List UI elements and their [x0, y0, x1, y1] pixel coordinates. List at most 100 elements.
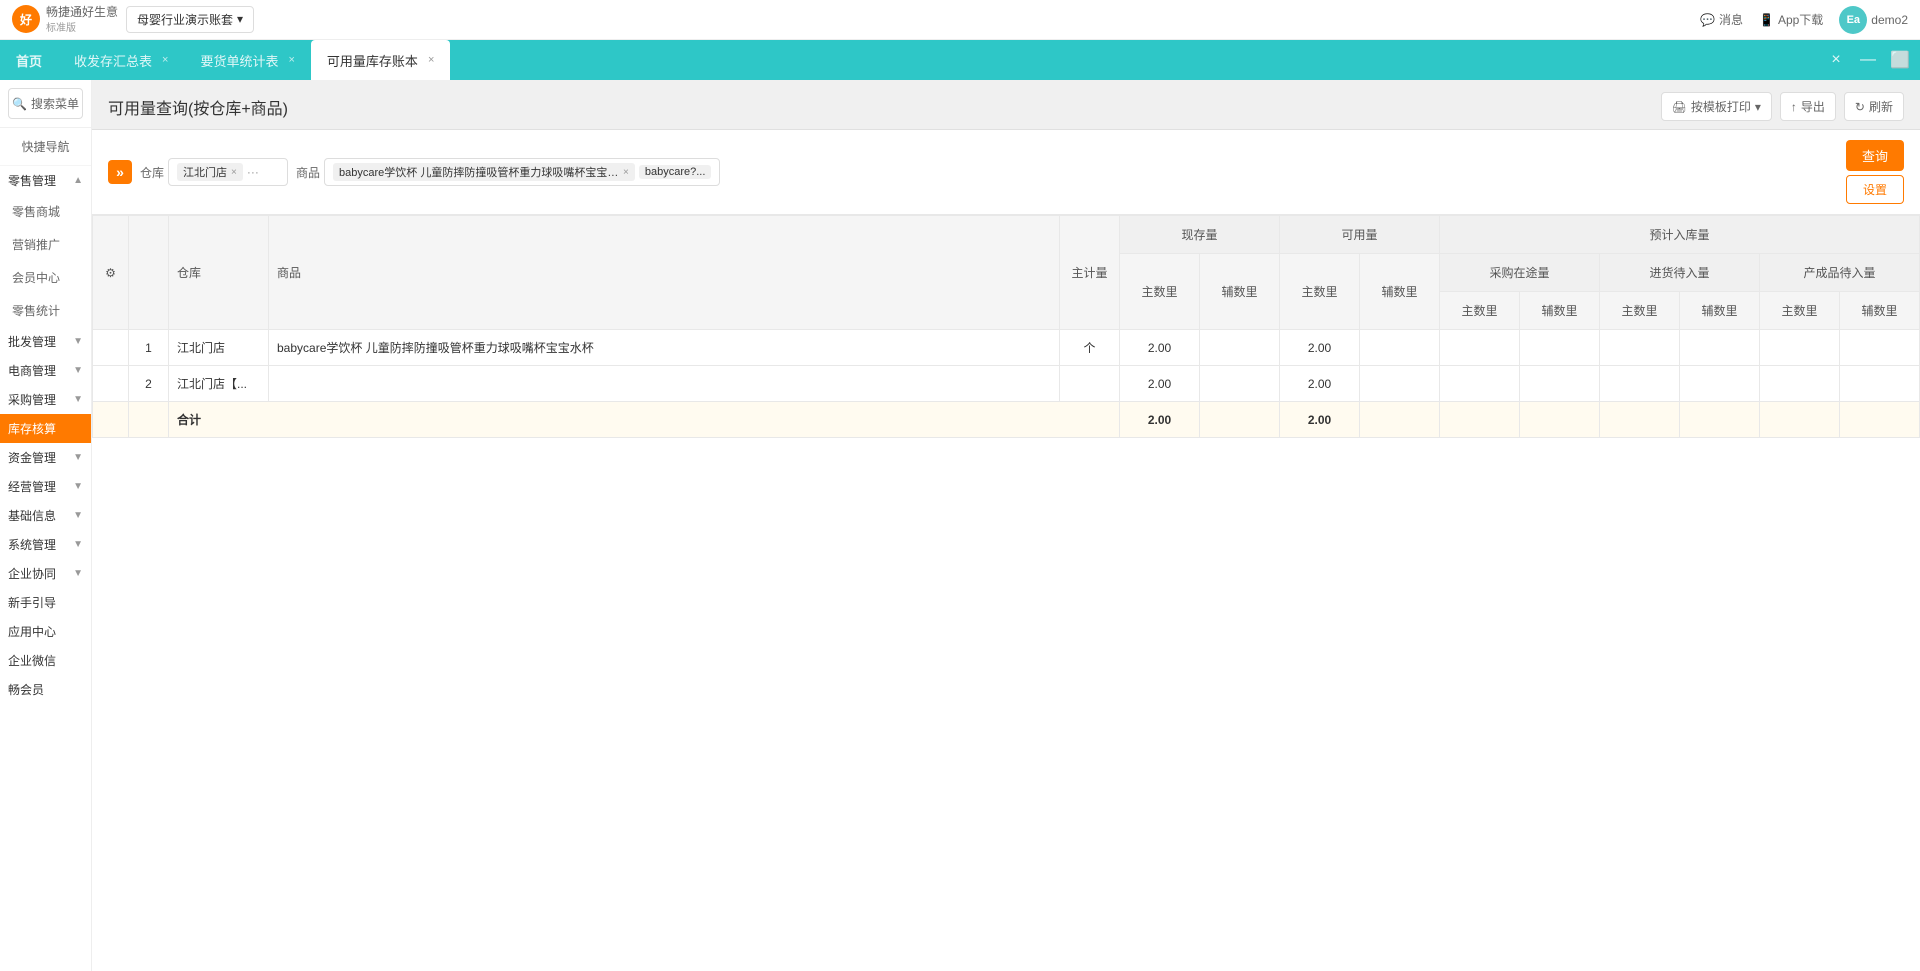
- product-tag-1-value: babycare学饮杯 儿童防摔防撞吸管杯重力球吸嘴杯宝宝水杯: [339, 164, 619, 180]
- row1-warehouse: 江北门店: [169, 330, 269, 366]
- th-stock-main: 主数里: [1120, 254, 1200, 330]
- sidebar-basic-info-arrow: ▼: [73, 510, 83, 521]
- main-layout: 🔍 搜索菜单 快捷导航 零售管理 ▲ 零售商城 营销推广 会员中心 零售统计 批…: [0, 80, 1920, 971]
- sidebar-section-app-center[interactable]: 应用中心: [0, 617, 91, 646]
- search-icon: 🔍: [12, 97, 27, 111]
- row2-available-aux: [1360, 366, 1440, 402]
- sidebar-section-wholesale[interactable]: 批发管理 ▼: [0, 327, 91, 356]
- row1-purchase-aux: [1520, 330, 1600, 366]
- industry-selector[interactable]: 母婴行业演示账套 ▾: [126, 6, 254, 33]
- refresh-label: 刷新: [1869, 98, 1893, 115]
- message-icon: 💬: [1700, 13, 1715, 27]
- th-production-aux: 辅数里: [1840, 292, 1920, 330]
- template-print-btn[interactable]: 🖨 按模板打印 ▾: [1661, 92, 1772, 121]
- brand-sub: 标准版: [46, 19, 118, 34]
- tab-purchase-stats-close[interactable]: ×: [288, 54, 294, 66]
- sidebar-section-retail[interactable]: 零售管理 ▲: [0, 166, 91, 195]
- sidebar-item-quick-nav[interactable]: 快捷导航: [0, 128, 91, 166]
- tab-receivables-close[interactable]: ×: [162, 54, 168, 66]
- summary-stock-aux: [1200, 402, 1280, 438]
- sidebar-section-inventory[interactable]: 库存核算: [0, 414, 91, 443]
- sidebar-section-basic-info[interactable]: 基础信息 ▼: [0, 501, 91, 530]
- sidebar-section-ecommerce[interactable]: 电商管理 ▼: [0, 356, 91, 385]
- tab-home[interactable]: 首页: [0, 40, 58, 80]
- th-settings[interactable]: ⚙: [93, 216, 129, 330]
- export-btn[interactable]: ↑ 导出: [1780, 92, 1836, 121]
- th-available-main: 主数里: [1280, 254, 1360, 330]
- row1-production-main: [1760, 330, 1840, 366]
- product-tag-1-close[interactable]: ×: [623, 167, 629, 178]
- user-menu[interactable]: Ea demo2: [1839, 6, 1908, 34]
- sidebar-system-label: 系统管理: [8, 536, 56, 553]
- sidebar-section-enterprise-wechat[interactable]: 企业微信: [0, 646, 91, 675]
- tab-available-stock-close[interactable]: ×: [428, 54, 434, 66]
- th-stock-aux: 辅数里: [1200, 254, 1280, 330]
- minimize-btn[interactable]: —: [1856, 48, 1880, 72]
- sidebar-item-retail-stats[interactable]: 零售统计: [0, 294, 91, 327]
- settings-btn[interactable]: 设置: [1846, 175, 1904, 204]
- tab-receivables[interactable]: 收发存汇总表 ×: [58, 40, 184, 80]
- sidebar-wholesale-label: 批发管理: [8, 333, 56, 350]
- sidebar-finance-label: 资金管理: [8, 449, 56, 466]
- brand-logo: 好 畅捷通好生意 标准版: [12, 5, 118, 34]
- row2-purchase-main: [1440, 366, 1520, 402]
- warehouse-tag: 江北门店 ×: [177, 163, 243, 181]
- th-unit: 主计量: [1060, 216, 1120, 330]
- message-btn[interactable]: 💬 消息: [1700, 11, 1743, 28]
- query-btn[interactable]: 查询: [1846, 140, 1904, 171]
- sidebar-item-marketing[interactable]: 营销推广: [0, 228, 91, 261]
- sidebar-item-retail-mall[interactable]: 零售商城: [0, 195, 91, 228]
- tab-bar-actions: × — ⬜: [1824, 48, 1912, 72]
- table-container: ⚙ 仓库 商品 主计量 现存量 可用量 预计入库量 主数里 辅数里 主数里 辅数…: [92, 215, 1920, 971]
- sidebar-ecommerce-arrow: ▼: [73, 365, 83, 376]
- sidebar-section-newcomer[interactable]: 新手引导: [0, 588, 91, 617]
- sidebar-section-purchase[interactable]: 采购管理 ▼: [0, 385, 91, 414]
- sidebar-section-system[interactable]: 系统管理 ▼: [0, 530, 91, 559]
- warehouse-tag-close[interactable]: ×: [231, 167, 237, 178]
- filter-product-field: 商品 babycare学饮杯 儿童防摔防撞吸管杯重力球吸嘴杯宝宝水杯 × bab…: [296, 158, 720, 186]
- filter-warehouse-field: 仓库 江北门店 × ···: [140, 158, 288, 186]
- row1-purchase-main: [1440, 330, 1520, 366]
- refresh-btn[interactable]: ↻ 刷新: [1844, 92, 1904, 121]
- th-purchase-group: 采购在途量: [1440, 254, 1600, 292]
- app-download-btn[interactable]: 📱 App下载: [1759, 11, 1823, 28]
- sidebar-section-collab[interactable]: 企业协同 ▼: [0, 559, 91, 588]
- sidebar-inventory-label: 库存核算: [8, 420, 56, 437]
- sidebar-system-arrow: ▼: [73, 539, 83, 550]
- maximize-btn[interactable]: ⬜: [1888, 48, 1912, 72]
- row1-available-aux: [1360, 330, 1440, 366]
- template-print-label: 按模板打印: [1691, 98, 1751, 115]
- tab-purchase-stats[interactable]: 要货单统计表 ×: [184, 40, 310, 80]
- row2-settings: [93, 366, 129, 402]
- product-label: 商品: [296, 164, 320, 181]
- sidebar-item-member-center[interactable]: 会员中心: [0, 261, 91, 294]
- row1-seq: 1: [129, 330, 169, 366]
- industry-label: 母婴行业演示账套: [137, 11, 233, 28]
- sidebar-collab-label: 企业协同: [8, 565, 56, 582]
- th-purchase-aux: 辅数里: [1520, 292, 1600, 330]
- summary-incoming-aux: [1680, 402, 1760, 438]
- sidebar-section-vip[interactable]: 畅会员: [0, 675, 91, 704]
- row1-stock-main: 2.00: [1120, 330, 1200, 366]
- sidebar-ecommerce-label: 电商管理: [8, 362, 56, 379]
- summary-label: 合计: [169, 402, 1120, 438]
- sidebar-finance-arrow: ▼: [73, 452, 83, 463]
- close-all-tabs-btn[interactable]: ×: [1824, 48, 1848, 72]
- search-menu-btn[interactable]: 🔍 搜索菜单: [8, 88, 83, 119]
- product-tag-2: babycare?...: [639, 165, 712, 179]
- row2-warehouse: 江北门店【...: [169, 366, 269, 402]
- search-menu-label: 搜索菜单: [31, 95, 79, 112]
- top-bar-left: 好 畅捷通好生意 标准版 母婴行业演示账套 ▾: [12, 5, 254, 34]
- top-bar-right: 💬 消息 📱 App下载 Ea demo2: [1700, 6, 1908, 34]
- avatar: Ea: [1839, 6, 1867, 34]
- summary-purchase-aux: [1520, 402, 1600, 438]
- product-input[interactable]: babycare学饮杯 儿童防摔防撞吸管杯重力球吸嘴杯宝宝水杯 × babyca…: [324, 158, 720, 186]
- warehouse-label: 仓库: [140, 164, 164, 181]
- filter-toggle-btn[interactable]: »: [108, 160, 132, 184]
- sidebar-section-finance[interactable]: 资金管理 ▼: [0, 443, 91, 472]
- sidebar-section-operations[interactable]: 经营管理 ▼: [0, 472, 91, 501]
- row2-production-aux: [1840, 366, 1920, 402]
- tab-available-stock[interactable]: 可用量库存账本 ×: [311, 40, 450, 80]
- th-incoming-group: 进货待入量: [1600, 254, 1760, 292]
- warehouse-input[interactable]: 江北门店 × ···: [168, 158, 288, 186]
